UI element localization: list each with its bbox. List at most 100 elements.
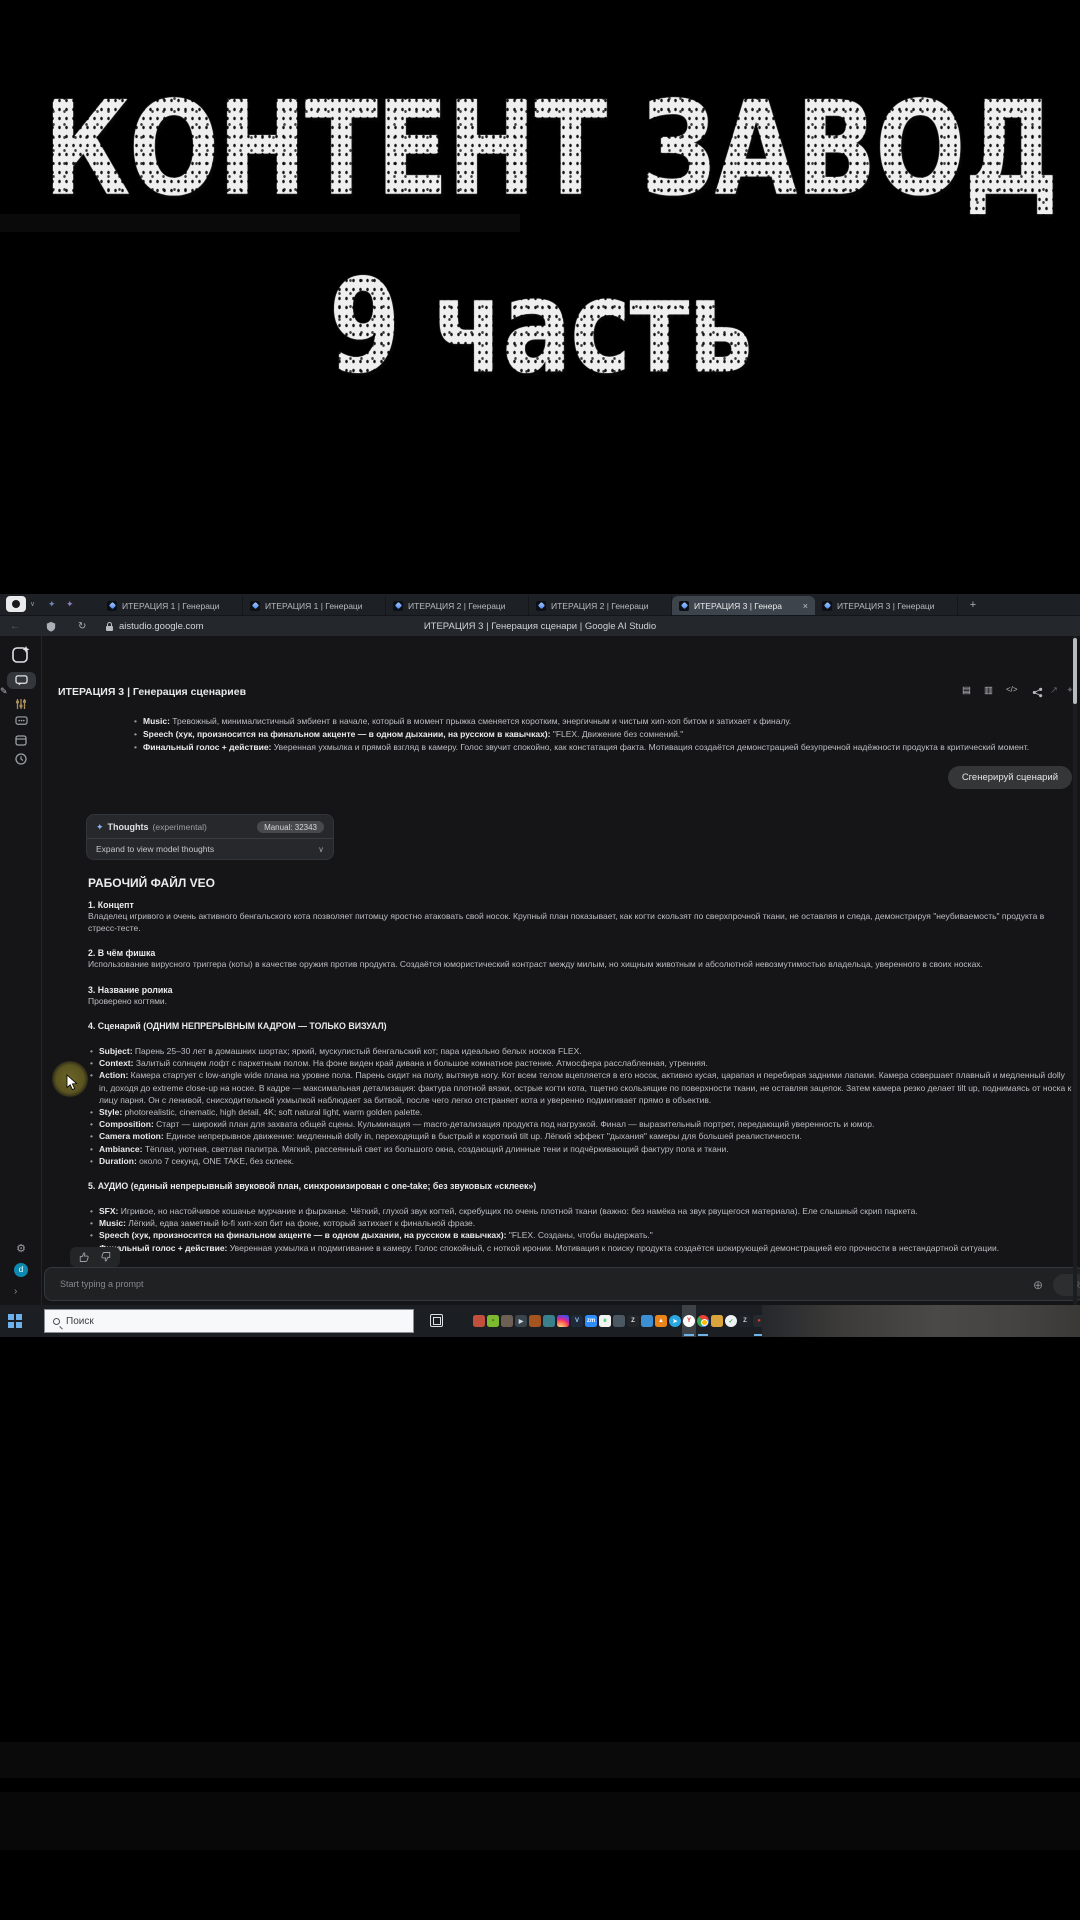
app-file-explorer[interactable]	[710, 1305, 724, 1337]
thoughts-header: ✦ Thoughts (experimental) Manual: 32343	[87, 815, 333, 838]
section-heading: 3. Название ролика	[88, 984, 173, 995]
prompt-input[interactable]	[47, 1270, 947, 1298]
app-movie-editor[interactable]: ▶	[514, 1305, 528, 1337]
app-yandex-browser[interactable]: Y	[682, 1305, 696, 1337]
browser-tab-3[interactable]: ИТЕРАЦИЯ 2 | Генераци	[386, 596, 529, 615]
app-evernote[interactable]: e	[598, 1305, 612, 1337]
save-icon[interactable]: ▤	[962, 685, 971, 696]
tab-favicon	[250, 600, 260, 611]
browser-tab-2[interactable]: ИТЕРАЦИЯ 1 | Генераци	[243, 596, 386, 615]
taskbar-search-box[interactable]: Поиск	[44, 1309, 414, 1333]
app-darktable[interactable]	[542, 1305, 556, 1337]
app-paint-red-icon	[473, 1315, 485, 1327]
app-obs-dark-2[interactable]: Z	[738, 1305, 752, 1337]
sidebar-expand-chevron[interactable]: ›	[14, 1286, 17, 1297]
notebook-icon[interactable]: ▥	[984, 685, 993, 696]
sidebar-item-tune[interactable]	[0, 698, 42, 710]
thoughts-panel: ✦ Thoughts (experimental) Manual: 32343 …	[86, 814, 334, 860]
start-button[interactable]	[8, 1314, 22, 1328]
app-antivirus[interactable]: ✓	[724, 1305, 738, 1337]
tab-favicon	[393, 600, 403, 611]
tab-favicon	[107, 600, 117, 611]
thoughts-title: Thoughts	[107, 822, 149, 832]
get-code-icon[interactable]: </>	[1006, 685, 1018, 694]
new-tab-button[interactable]: +	[964, 596, 982, 614]
app-darktable-icon	[543, 1315, 555, 1327]
video-title-line2: 9 часть	[328, 252, 753, 403]
thumbs-up-icon[interactable]	[78, 1251, 90, 1263]
thoughts-expand-row[interactable]: Expand to view model thoughts ∨	[87, 838, 333, 859]
app-vlc[interactable]: ▲	[654, 1305, 668, 1337]
sidebar-item-history[interactable]	[0, 753, 42, 765]
browser-tab-5[interactable]: ИТЕРАЦИЯ 3 | Генера ×	[672, 596, 815, 615]
chevron-down-icon: ∨	[318, 844, 324, 854]
tab-label: ИТЕРАЦИЯ 2 | Генераци	[408, 600, 506, 611]
app-paint-red[interactable]	[472, 1305, 486, 1337]
task-view-button[interactable]	[430, 1314, 443, 1327]
bullet-label: Subject:	[99, 1046, 135, 1056]
feedback-buttons	[70, 1247, 120, 1267]
back-nav-icon[interactable]: ✦	[48, 594, 56, 615]
app-obs-dark[interactable]: Z	[626, 1305, 640, 1337]
bullet-item: Context: Залитый солнцем лофт с паркетны…	[88, 1057, 1074, 1069]
browser-window: ∨ ✦ ✦ ИТЕРАЦИЯ 1 | Генераци ИТЕРАЦИЯ 1 | …	[0, 594, 1080, 1305]
prompt-title: ИТЕРАЦИЯ 3 | Генерация сценариев	[58, 686, 247, 698]
bullet-item: Финальный голос + действие: Уверенная ух…	[132, 742, 1072, 753]
insert-media-icon[interactable]: ⊕	[1033, 1276, 1043, 1294]
bullet-item: Music: Тревожный, минималистичный эмбиен…	[132, 716, 1072, 727]
app-gimp[interactable]	[528, 1305, 542, 1337]
chevron-down-icon[interactable]: ∨	[30, 594, 35, 615]
forward-nav-icon[interactable]: ✦	[66, 594, 74, 615]
app-instagram[interactable]	[556, 1305, 570, 1337]
share-icon[interactable]	[1032, 687, 1043, 698]
app-chrome-icon	[697, 1315, 709, 1327]
section-heading: 5. АУДИО (единый непрерывный звуковой пл…	[88, 1181, 537, 1192]
mouse-cursor	[66, 1074, 78, 1091]
close-icon[interactable]: ×	[803, 601, 808, 611]
app-vlc-icon: ▲	[655, 1315, 667, 1327]
scrollbar-thumb[interactable]	[1073, 638, 1077, 704]
doc-section-4: 4. Сценарий (ОДНИМ НЕПРЕРЫВНЫМ КАДРОМ — …	[88, 1021, 1074, 1167]
app-lock-green[interactable]: •	[486, 1305, 500, 1337]
tab-label: ИТЕРАЦИЯ 2 | Генераци	[551, 600, 649, 611]
browser-tab-4[interactable]: ИТЕРАЦИЯ 2 | Генераци	[529, 596, 672, 615]
browser-menu-button[interactable]	[6, 596, 26, 612]
bullet-item: Style: photorealistic, cinematic, high d…	[88, 1106, 1074, 1118]
section-body: Использование вирусного триггера (коты) …	[88, 959, 983, 969]
thumbs-down-icon[interactable]	[100, 1251, 112, 1263]
bullet-label: Action:	[99, 1070, 131, 1081]
user-avatar[interactable]: d	[0, 1263, 42, 1277]
bullet-item: SFX: Игривое, но настойчивое кошачье мур…	[88, 1205, 1074, 1217]
edit-pencil-icon[interactable]: ✎	[0, 686, 8, 697]
section-body: Проверено когтями.	[88, 995, 168, 1006]
section-heading: 2. В чём фишка	[88, 948, 156, 958]
section-heading: 1. Концепт	[88, 900, 134, 910]
bullet-label: Duration:	[99, 1155, 140, 1166]
section-bullets: Subject: Парень 25–30 лет в домашних шор…	[88, 1045, 1074, 1167]
app-telegram[interactable]: ➤	[668, 1305, 682, 1337]
settings-gear-icon[interactable]: ⚙	[0, 1242, 42, 1255]
sidebar-item-starter-apps[interactable]	[0, 735, 42, 746]
open-in-new-icon[interactable]: ↗	[1050, 685, 1058, 696]
app-photos-blue[interactable]	[640, 1305, 654, 1337]
taskbar-apps: • ▶ Vzm e Z ▲ ➤ Y ✓ Z ●	[472, 1305, 766, 1337]
bullet-label: Camera motion:	[99, 1131, 167, 1142]
sidebar-item-stream-chat[interactable]	[0, 716, 42, 727]
app-instagram-icon	[557, 1315, 569, 1327]
bullet-item: Speech (хук, произносится на финальном а…	[88, 1229, 1074, 1241]
app-chrome[interactable]	[696, 1305, 710, 1337]
app-vscode[interactable]: V	[570, 1305, 584, 1337]
app-zoom[interactable]: zm	[584, 1305, 598, 1337]
app-calculator[interactable]	[612, 1305, 626, 1337]
page-title-center: ИТЕРАЦИЯ 3 | Генерация сценари | Google …	[423, 620, 657, 632]
browser-address-bar: ← ↻ aistudio.google.com ИТЕРАЦИЯ 3 | Ген…	[0, 615, 1080, 636]
browser-tab-1[interactable]: ИТЕРАЦИЯ 1 | Генераци	[100, 596, 243, 615]
system-instructions-bullets: Music: Тревожный, минималистичный эмбиен…	[92, 716, 1072, 755]
browser-tab-6[interactable]: ИТЕРАЦИЯ 3 | Генераци	[815, 596, 958, 615]
app-lock-green-icon: •	[487, 1315, 499, 1327]
app-photos-gray[interactable]	[500, 1305, 514, 1337]
app-photos-blue-icon	[641, 1315, 653, 1327]
bullet-item: Ambiance: Тёплая, уютная, светлая палитр…	[88, 1143, 1074, 1155]
bullet-item: Camera motion: Единое непрерывное движен…	[88, 1130, 1074, 1142]
studio-logo-icon[interactable]	[0, 644, 42, 666]
